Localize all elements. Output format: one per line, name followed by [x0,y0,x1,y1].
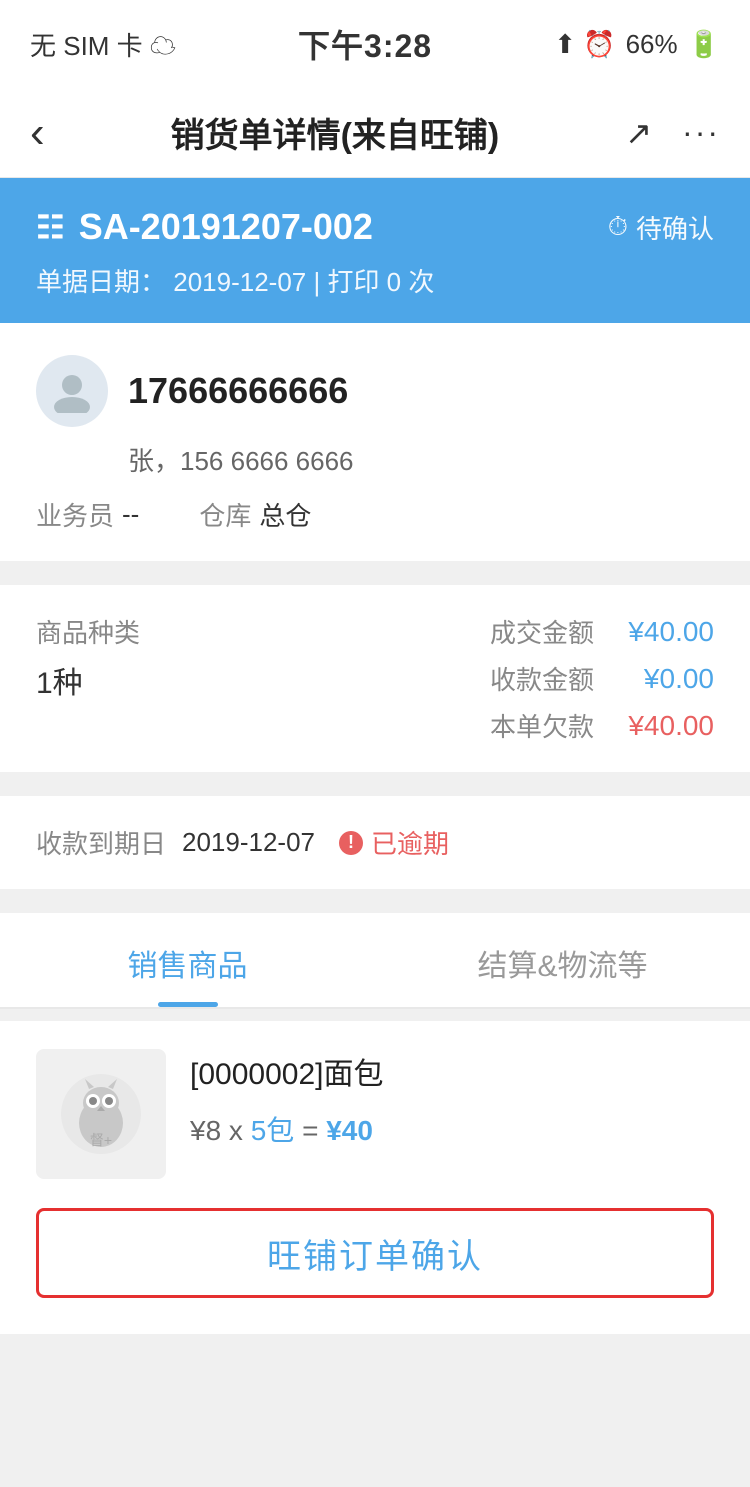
status-bar: 无 SIM 卡 ☁ 下午3:28 ⬆ ⏰ 66% 🔋 [0,0,750,88]
divider-2 [0,784,750,796]
product-types: 商品种类 1种 [36,613,140,702]
status-icons: ⬆ ⏰ [554,29,615,60]
product-thumbnail: 督+ [36,1049,166,1179]
customer-name: 张，156 6666 6666 [36,441,714,478]
nav-bar: ‹ 销货单详情(来自旺铺) ↗ ··· [0,88,750,178]
status-time: 下午3:28 [298,21,432,67]
product-info: [0000002]面包 ¥8 x 5包 = ¥40 [190,1049,714,1149]
customer-phone: 17666666666 [128,370,348,412]
status-left: 无 SIM 卡 ☁ [30,26,176,63]
order-id: ☷ SA-20191207-002 [36,206,373,248]
overdue-badge: ! 已逾期 [339,824,449,861]
warehouse-value: 总仓 [259,496,311,533]
avatar [36,355,108,427]
amount-row-debt: 本单欠款 ¥40.00 [490,707,714,744]
order-status: ⏱ 待确认 [608,209,714,246]
tabs-container: 销售商品 结算&物流等 [0,913,750,1009]
overdue-dot-icon: ! [339,831,363,855]
confirm-order-button[interactable]: 旺铺订单确认 [36,1208,714,1298]
overdue-text: 已逾期 [371,824,449,861]
more-button[interactable]: ··· [682,114,720,151]
divider-1 [0,573,750,585]
due-date-label: 收款到期日 [36,824,166,861]
customer-meta: 业务员 -- 仓库 总仓 [36,496,714,533]
svg-text:督+: 督+ [90,1132,112,1148]
product-types-value: 1种 [36,658,140,702]
order-header: ☷ SA-20191207-002 ⏱ 待确认 单据日期： 2019-12-07… [0,178,750,323]
debt-amount-value: ¥40.00 [614,710,714,742]
order-icon: ☷ [36,208,65,246]
due-date-value: 2019-12-07 [182,827,315,858]
tab-settlement[interactable]: 结算&物流等 [375,913,750,1007]
bottom-button-area: 旺铺订单确认 [0,1190,750,1334]
amounts: 成交金额 ¥40.00 收款金额 ¥0.00 本单欠款 ¥40.00 [490,613,714,744]
collected-amount-label: 收款金额 [490,660,594,697]
page-title: 销货单详情(来自旺铺) [171,108,500,157]
product-total: ¥40 [326,1115,373,1146]
amount-card: 商品种类 1种 成交金额 ¥40.00 收款金额 ¥0.00 本单欠款 ¥40.… [0,585,750,772]
product-price-formula: ¥8 x 5包 = ¥40 [190,1109,714,1149]
warehouse-label: 仓库 [199,496,251,533]
product-equals: = [302,1115,326,1146]
product-name: [0000002]面包 [190,1049,714,1093]
divider-3 [0,901,750,913]
status-right: ⬆ ⏰ 66% 🔋 [554,29,720,60]
share-button[interactable]: ↗ [625,114,652,152]
product-price: ¥8 x [190,1115,251,1146]
order-date: 单据日期： 2019-12-07 | 打印 0 次 [36,262,714,299]
status-clock-icon: ⏱ [608,211,628,243]
debt-amount-label: 本单欠款 [490,707,594,744]
sales-rep-label: 业务员 [36,496,114,533]
amount-row-deal: 成交金额 ¥40.00 [490,613,714,650]
battery-icon: 🔋 [688,29,720,60]
product-qty: 5包 [251,1115,295,1146]
collected-amount-value: ¥0.00 [614,663,714,695]
back-button[interactable]: ‹ [30,108,45,158]
amount-row-collected: 收款金额 ¥0.00 [490,660,714,697]
sim-label: 无 SIM 卡 ☁ [30,26,176,63]
nav-icons: ↗ ··· [625,114,720,152]
tab-sales-products[interactable]: 销售商品 [0,913,375,1007]
deal-amount-value: ¥40.00 [614,616,714,648]
product-types-label: 商品种类 [36,613,140,650]
customer-card: 17666666666 张，156 6666 6666 业务员 -- 仓库 总仓 [0,323,750,561]
deal-amount-label: 成交金额 [490,613,594,650]
product-card: 督+ [0000002]面包 ¥8 x 5包 = ¥40 [0,1021,750,1207]
due-date-card: 收款到期日 2019-12-07 ! 已逾期 [0,796,750,889]
sales-rep-value: -- [122,499,139,530]
battery-label: 66% [626,29,678,60]
